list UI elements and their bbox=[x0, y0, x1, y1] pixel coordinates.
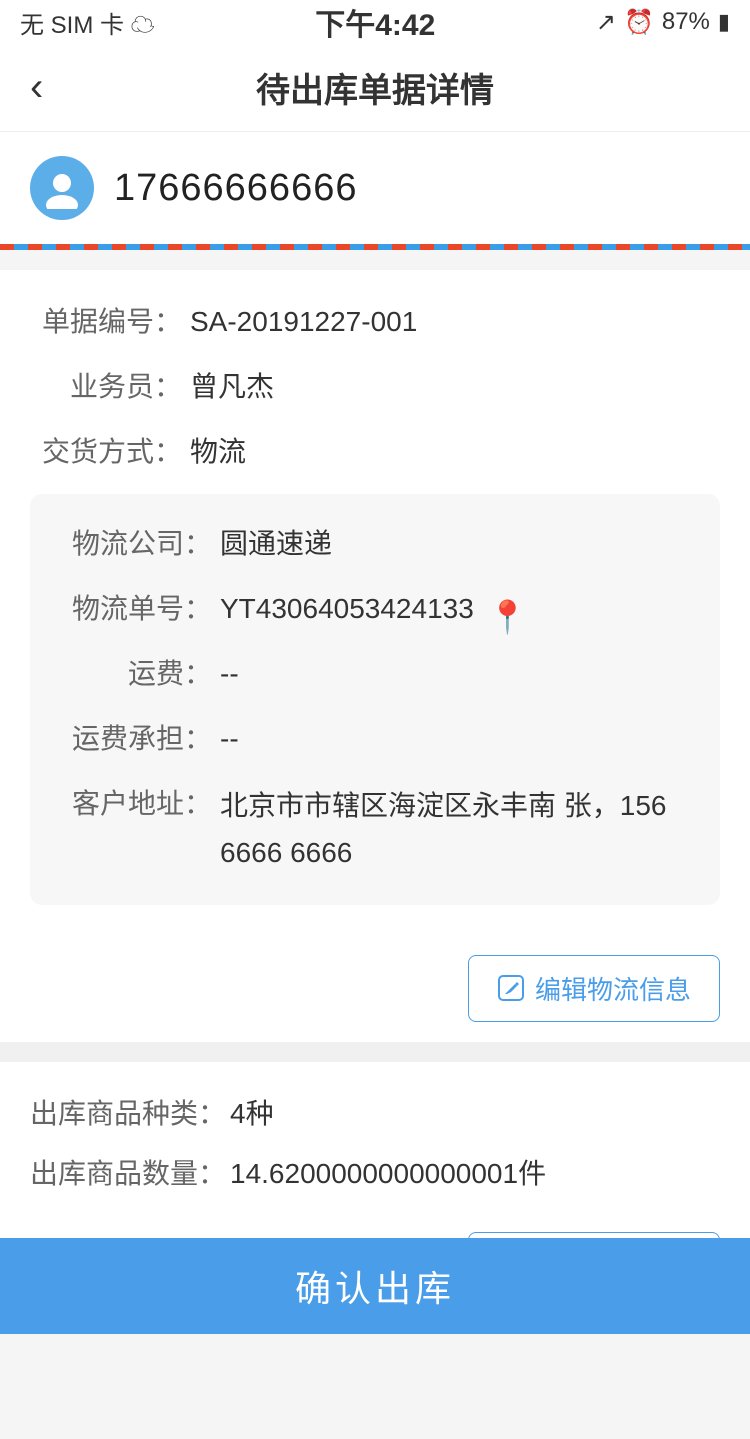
goods-types-label: 出库商品种类： bbox=[30, 1092, 230, 1132]
sim-label: 无 SIM 卡 ☁ bbox=[20, 5, 155, 40]
alarm-icon: ⏰ bbox=[624, 8, 654, 37]
goods-quantity-label: 出库商品数量： bbox=[30, 1152, 230, 1192]
confirm-button[interactable]: 确认出库 bbox=[0, 1238, 750, 1334]
logistics-company-row: 物流公司： 圆通速递 bbox=[60, 522, 690, 567]
logistics-freight-row: 运费： -- bbox=[60, 652, 690, 697]
edit-icon bbox=[497, 974, 525, 1002]
logistics-freight-value: -- bbox=[220, 652, 690, 697]
goods-types-value: 4种 bbox=[230, 1092, 274, 1132]
logistics-freight-bear-row: 运费承担： -- bbox=[60, 717, 690, 762]
battery-icon: ▮ bbox=[718, 9, 730, 35]
status-time: 下午4:42 bbox=[315, 0, 435, 44]
confirm-button-label: 确认出库 bbox=[295, 1260, 455, 1312]
page-title: 待出库单据详情 bbox=[256, 63, 494, 112]
goods-types-row: 出库商品种类： 4种 bbox=[30, 1092, 720, 1132]
order-info-section: 单据编号： SA-20191227-001 业务员： 曾凡杰 交货方式： 物流 … bbox=[0, 270, 750, 935]
back-button[interactable]: ‹ bbox=[30, 65, 43, 110]
status-left: 无 SIM 卡 ☁ bbox=[20, 5, 155, 40]
status-right: ↗ ⏰ 87% ▮ bbox=[596, 8, 730, 37]
person-icon bbox=[41, 167, 83, 209]
map-pin-icon[interactable]: 📍 bbox=[488, 592, 524, 628]
logistics-freight-bear-label: 运费承担： bbox=[60, 717, 220, 762]
battery-percent: 87% bbox=[662, 8, 710, 36]
salesperson-label: 业务员： bbox=[30, 365, 190, 410]
order-no-label: 单据编号： bbox=[30, 300, 190, 345]
logistics-address-row: 客户地址： 北京市市辖区海淀区永丰南 张，156 6666 6666 bbox=[60, 782, 690, 877]
delivery-value: 物流 bbox=[190, 430, 720, 475]
edit-btn-row: 编辑物流信息 bbox=[0, 935, 750, 1042]
logistics-card: 物流公司： 圆通速递 物流单号： YT43064053424133 📍 运费： … bbox=[30, 494, 720, 904]
status-bar: 无 SIM 卡 ☁ 下午4:42 ↗ ⏰ 87% ▮ bbox=[0, 0, 750, 44]
customer-phone: 17666666666 bbox=[114, 167, 357, 210]
goods-quantity-row: 出库商品数量： 14.6200000000000001件 bbox=[30, 1152, 720, 1192]
tracking-row: YT43064053424133 📍 bbox=[220, 587, 524, 632]
edit-logistics-button[interactable]: 编辑物流信息 bbox=[468, 955, 720, 1022]
logistics-freight-bear-value: -- bbox=[220, 717, 690, 762]
goods-section: 出库商品种类： 4种 出库商品数量： 14.6200000000000001件 bbox=[0, 1062, 750, 1212]
logistics-tracking-value: YT43064053424133 bbox=[220, 587, 474, 632]
logistics-company-label: 物流公司： bbox=[60, 522, 220, 567]
order-no-row: 单据编号： SA-20191227-001 bbox=[30, 300, 720, 345]
logistics-tracking-label: 物流单号： bbox=[60, 587, 220, 632]
edit-logistics-label: 编辑物流信息 bbox=[535, 970, 691, 1007]
delivery-label: 交货方式： bbox=[30, 430, 190, 475]
location-icon: ↗ bbox=[596, 8, 616, 37]
logistics-freight-label: 运费： bbox=[60, 652, 220, 697]
logistics-address-value: 北京市市辖区海淀区永丰南 张，156 6666 6666 bbox=[220, 782, 690, 877]
salesperson-row: 业务员： 曾凡杰 bbox=[30, 365, 720, 410]
goods-quantity-value: 14.6200000000000001件 bbox=[230, 1152, 546, 1192]
salesperson-value: 曾凡杰 bbox=[190, 365, 720, 410]
section-divider-1 bbox=[0, 1042, 750, 1062]
dashed-divider bbox=[0, 244, 750, 250]
logistics-company-value: 圆通速递 bbox=[220, 522, 690, 567]
order-no-value: SA-20191227-001 bbox=[190, 300, 720, 345]
delivery-row: 交货方式： 物流 bbox=[30, 430, 720, 475]
nav-bar: ‹ 待出库单据详情 bbox=[0, 44, 750, 132]
customer-header: 17666666666 bbox=[0, 132, 750, 244]
logistics-address-label: 客户地址： bbox=[60, 782, 220, 827]
logistics-tracking-row: 物流单号： YT43064053424133 📍 bbox=[60, 587, 690, 632]
avatar bbox=[30, 156, 94, 220]
